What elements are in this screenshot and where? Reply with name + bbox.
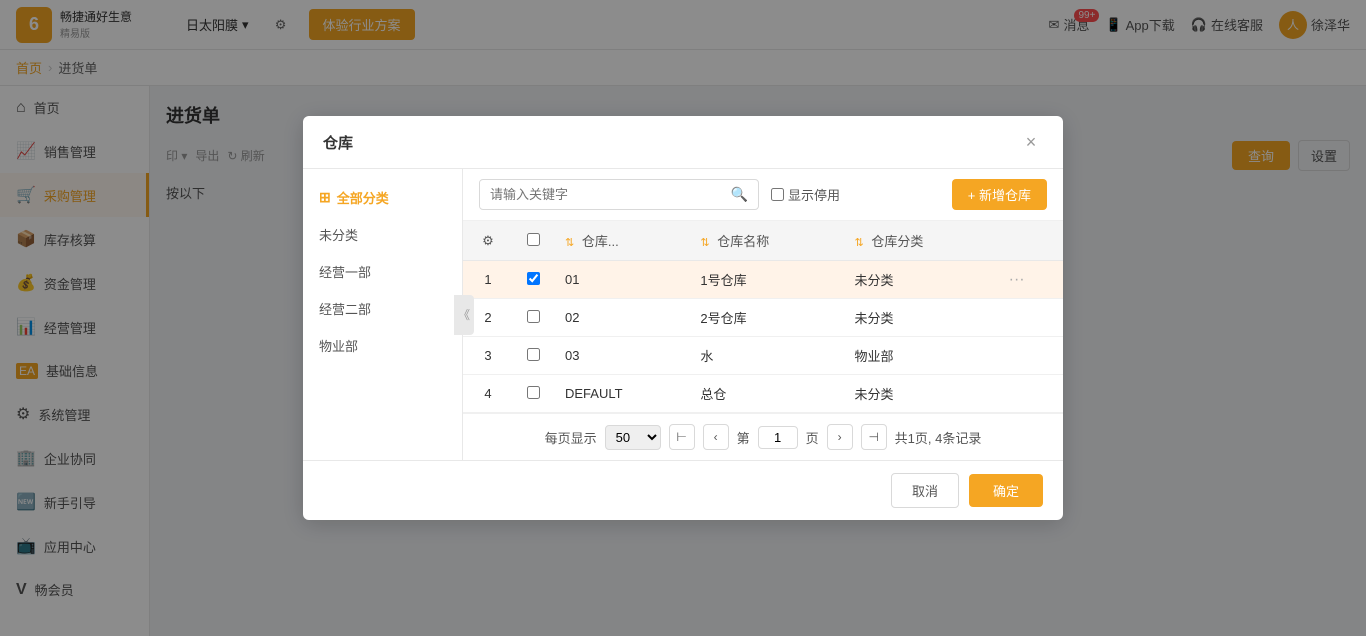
first-page-icon: ⊢ [676,430,686,444]
row-checkbox-cell [513,261,553,299]
row-num: 1 [463,261,513,299]
cancel-button[interactable]: 取消 [891,473,959,508]
row-checkbox[interactable] [527,310,540,323]
category-property[interactable]: 物业部 [303,327,462,364]
search-input[interactable] [480,181,721,208]
collapse-button[interactable]: 《 [454,295,474,335]
row-code: 01 [553,261,688,299]
row-checkbox[interactable] [527,272,540,285]
per-page-select[interactable]: 50 100 200 [605,425,661,450]
row-checkbox-cell [513,337,553,375]
row-checkbox[interactable] [527,348,540,361]
row-actions [997,375,1063,413]
sort-icon-category: ⇅ [855,237,864,249]
col-header-category: ⇅ 仓库分类 [843,221,997,261]
row-name: 总仓 [688,375,842,413]
dialog-footer: 取消 确定 [303,460,1063,520]
col-header-actions [997,221,1063,261]
warehouse-table-container: ⚙ ⇅ 仓库... ⇅ [463,221,1063,413]
category-ops-dept1[interactable]: 经营一部 [303,253,462,290]
last-page-icon: ⊣ [868,430,878,444]
row-code: 03 [553,337,688,375]
prev-icon: ‹ [714,430,718,444]
search-button[interactable]: 🔍 [721,180,758,209]
warehouse-table: ⚙ ⇅ 仓库... ⇅ [463,221,1063,413]
dialog-close-button[interactable]: × [1019,130,1043,154]
row-actions [997,299,1063,337]
show-disabled-checkbox[interactable] [771,188,784,201]
next-page-button[interactable]: › [827,424,853,450]
row-category: 未分类 [843,261,997,299]
grid-icon: ⊞ [319,189,331,206]
row-name: 水 [688,337,842,375]
category-ops-dept2[interactable]: 经营二部 [303,290,462,327]
category-all[interactable]: ⊞ 全部分类 [303,179,462,216]
first-page-button[interactable]: ⊢ [669,424,695,450]
row-num: 3 [463,337,513,375]
category-uncategorized[interactable]: 未分类 [303,216,462,253]
table-row[interactable]: 3 03 水 物业部 [463,337,1063,375]
row-actions [997,337,1063,375]
table-row[interactable]: 1 01 1号仓库 未分类 ··· [463,261,1063,299]
col-header-name: ⇅ 仓库名称 [688,221,842,261]
page-number-input[interactable] [758,426,798,449]
col-header-code: ⇅ 仓库... [553,221,688,261]
row-name: 2号仓库 [688,299,842,337]
col-header-settings: ⚙ [463,221,513,261]
search-box: 🔍 [479,179,759,210]
row-checkbox-cell [513,299,553,337]
table-row[interactable]: 2 02 2号仓库 未分类 [463,299,1063,337]
prev-page-button[interactable]: ‹ [703,424,729,450]
col-header-checkbox [513,221,553,261]
settings-icon: ⚙ [482,233,494,248]
dialog-toolbar: 🔍 显示停用 + 新增仓库 [463,169,1063,221]
dialog-title: 仓库 [323,132,353,153]
collapse-icon: 《 [458,306,470,323]
row-code: 02 [553,299,688,337]
row-checkbox-cell [513,375,553,413]
select-all-checkbox[interactable] [527,233,540,246]
add-warehouse-button[interactable]: + 新增仓库 [952,179,1047,210]
row-actions: ··· [997,261,1063,299]
right-panel: 🔍 显示停用 + 新增仓库 ⚙ [463,169,1063,460]
table-header-row: ⚙ ⇅ 仓库... ⇅ [463,221,1063,261]
row-name: 1号仓库 [688,261,842,299]
row-category: 未分类 [843,375,997,413]
per-page-label: 每页显示 [545,428,597,447]
warehouse-dialog: 仓库 × 《 ⊞ 全部分类 未分类 经营一部 [303,116,1063,520]
last-page-button[interactable]: ⊣ [861,424,887,450]
dialog-body: 《 ⊞ 全部分类 未分类 经营一部 经营二部 物业部 [303,169,1063,460]
action-menu-button[interactable]: ··· [1009,271,1025,288]
category-panel: 《 ⊞ 全部分类 未分类 经营一部 经营二部 物业部 [303,169,463,460]
row-code: DEFAULT [553,375,688,413]
row-category: 未分类 [843,299,997,337]
pagination: 每页显示 50 100 200 ⊢ ‹ 第 页 [463,413,1063,460]
row-checkbox[interactable] [527,386,540,399]
show-disabled-label[interactable]: 显示停用 [771,185,840,204]
row-category: 物业部 [843,337,997,375]
row-num: 4 [463,375,513,413]
next-icon: › [838,430,842,444]
sort-icon-code: ⇅ [565,237,574,249]
table-row[interactable]: 4 DEFAULT 总仓 未分类 [463,375,1063,413]
page-text: 第 [737,428,750,447]
confirm-button[interactable]: 确定 [969,474,1043,507]
dialog-header: 仓库 × [303,116,1063,169]
page-suffix: 页 [806,428,819,447]
total-info: 共1页, 4条记录 [895,428,982,447]
sort-icon-name: ⇅ [700,237,709,249]
dialog-overlay: 仓库 × 《 ⊞ 全部分类 未分类 经营一部 [0,0,1366,636]
